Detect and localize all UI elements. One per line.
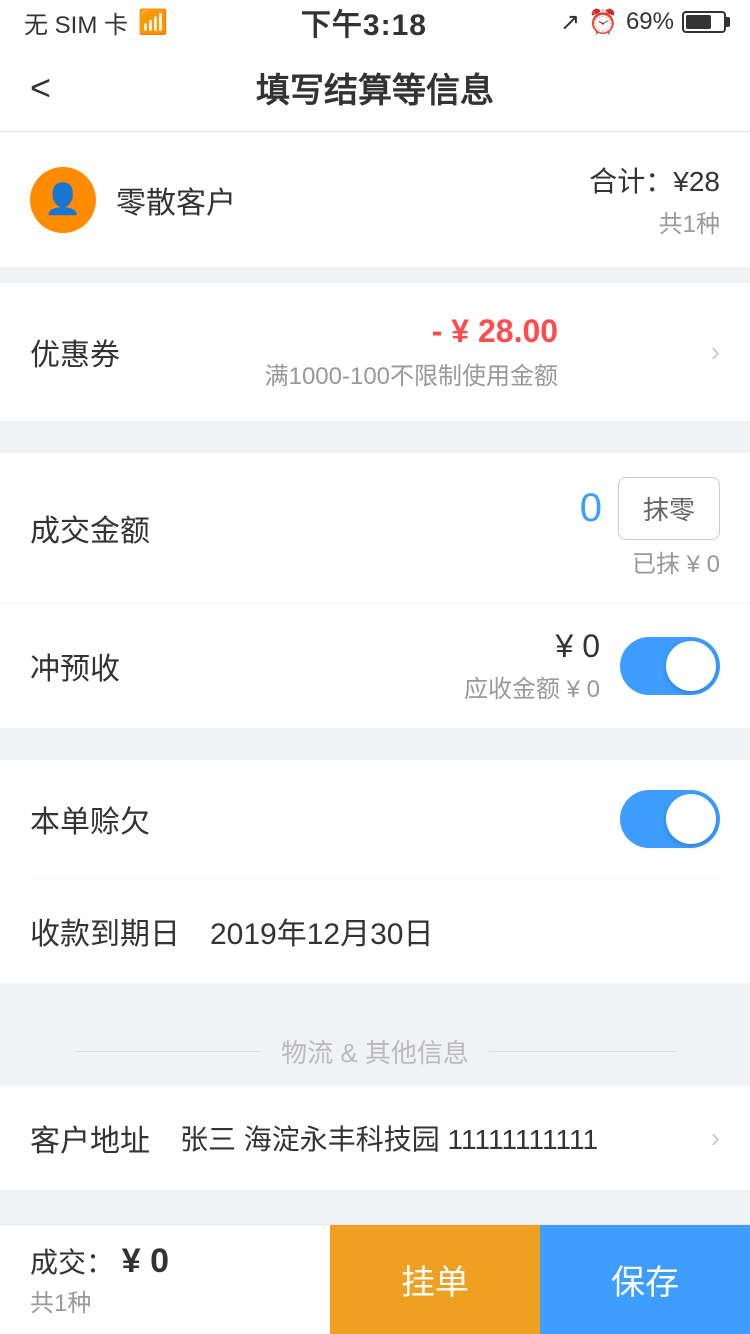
due-date-value: 2019年12月30日	[210, 909, 433, 953]
round-zero-button[interactable]: 抹零	[618, 477, 720, 540]
prepayment-value: ¥ 0	[464, 628, 600, 665]
battery-fill	[686, 15, 711, 29]
divider-3	[0, 1000, 750, 1016]
customer-name: 零散客户	[116, 178, 236, 222]
total-count: 共1种	[589, 204, 720, 239]
deal-amount-section: 成交金额 0 抹零 已抹 ¥ 0 冲预收 ¥ 0 应收金额 ¥ 0	[0, 453, 750, 728]
coupon-label: 优惠券	[30, 330, 120, 374]
credit-section: 本单赊欠 收款到期日 2019年12月30日	[0, 760, 750, 984]
deal-amount-value[interactable]: 0	[580, 486, 602, 531]
status-right: ↗ ⏰ 69%	[560, 8, 726, 37]
address-chevron-icon: ›	[711, 1122, 720, 1154]
credit-toggle[interactable]	[620, 790, 720, 848]
prepayment-row: 冲预收 ¥ 0 应收金额 ¥ 0	[0, 604, 750, 728]
prepayment-value-stack: ¥ 0 应收金额 ¥ 0	[464, 628, 600, 704]
deal-amount-row: 成交金额 0 抹零 已抹 ¥ 0	[0, 453, 750, 603]
hang-order-button[interactable]: 挂单	[330, 1225, 540, 1334]
credit-toggle-knob	[666, 794, 716, 844]
alarm-icon: ⏰	[588, 8, 618, 37]
battery-icon	[682, 11, 726, 33]
deal-amount-sub: 已抹 ¥ 0	[580, 544, 720, 579]
page-title: 填写结算等信息	[256, 63, 494, 112]
avatar: 👤	[30, 167, 96, 233]
address-row[interactable]: 客户地址 张三 海淀永丰科技园 11111111111 ›	[0, 1086, 750, 1190]
deal-amount-right: 0 抹零 已抹 ¥ 0	[580, 477, 720, 579]
toggle-knob	[666, 641, 716, 691]
coupon-right: - ¥ 28.00 满1000-100不限制使用金额	[265, 313, 558, 391]
logistics-label: 物流 & 其他信息	[281, 1033, 469, 1070]
no-sim-label: 无 SIM 卡	[24, 5, 128, 40]
divider-2	[0, 744, 750, 760]
bottom-deal-amount: ¥ 0	[122, 1242, 169, 1280]
status-time: 下午3:18	[301, 0, 427, 44]
deal-amount-main: 0 抹零	[580, 477, 720, 540]
prepayment-label: 冲预收	[30, 644, 120, 688]
deal-amount-label: 成交金额	[30, 506, 150, 550]
prepayment-right: ¥ 0 应收金额 ¥ 0	[464, 628, 720, 704]
direction-icon: ↗	[560, 8, 580, 37]
wifi-icon: 📶	[138, 8, 168, 37]
save-button[interactable]: 保存	[540, 1225, 750, 1334]
status-bar: 无 SIM 卡 📶 下午3:18 ↗ ⏰ 69%	[0, 0, 750, 44]
address-label: 客户地址	[30, 1116, 150, 1160]
prepayment-sub: 应收金额 ¥ 0	[464, 669, 600, 704]
address-value: 张三 海淀永丰科技园 11111111111	[180, 1118, 703, 1158]
credit-row: 本单赊欠	[0, 760, 750, 878]
bottom-summary: 成交： ¥ 0 共1种	[0, 1241, 330, 1318]
customer-info-right: 合计：¥28 共1种	[589, 160, 720, 239]
coupon-row[interactable]: 优惠券 - ¥ 28.00 满1000-100不限制使用金额 ›	[0, 283, 750, 421]
bottom-deal-label: 成交：	[30, 1247, 114, 1278]
due-date-row: 收款到期日 2019年12月30日	[0, 879, 750, 984]
customer-info-left: 👤 零散客户	[30, 167, 236, 233]
coupon-desc: 满1000-100不限制使用金额	[265, 356, 558, 391]
back-button[interactable]: <	[30, 67, 51, 109]
status-left: 无 SIM 卡 📶	[24, 5, 168, 40]
bottom-deal-line: 成交： ¥ 0	[30, 1241, 300, 1281]
bottom-count: 共1种	[30, 1283, 300, 1318]
nav-bar: < 填写结算等信息	[0, 44, 750, 132]
coupon-discount: - ¥ 28.00	[265, 313, 558, 350]
avatar-icon: 👤	[44, 182, 81, 217]
customer-row: 👤 零散客户 合计：¥28 共1种	[0, 132, 750, 267]
total-amount: 合计：¥28	[589, 160, 720, 200]
logistics-divider: 物流 & 其他信息	[0, 1016, 750, 1086]
prepayment-toggle[interactable]	[620, 637, 720, 695]
coupon-chevron-icon: ›	[711, 336, 720, 368]
bottom-bar: 成交： ¥ 0 共1种 挂单 保存	[0, 1224, 750, 1334]
main-content: 👤 零散客户 合计：¥28 共1种 优惠券 - ¥ 28.00 满1000-10…	[0, 132, 750, 1310]
divider-1	[0, 437, 750, 453]
credit-label: 本单赊欠	[30, 797, 150, 841]
battery-percent: 69%	[626, 8, 674, 36]
due-date-label: 收款到期日	[30, 909, 180, 953]
